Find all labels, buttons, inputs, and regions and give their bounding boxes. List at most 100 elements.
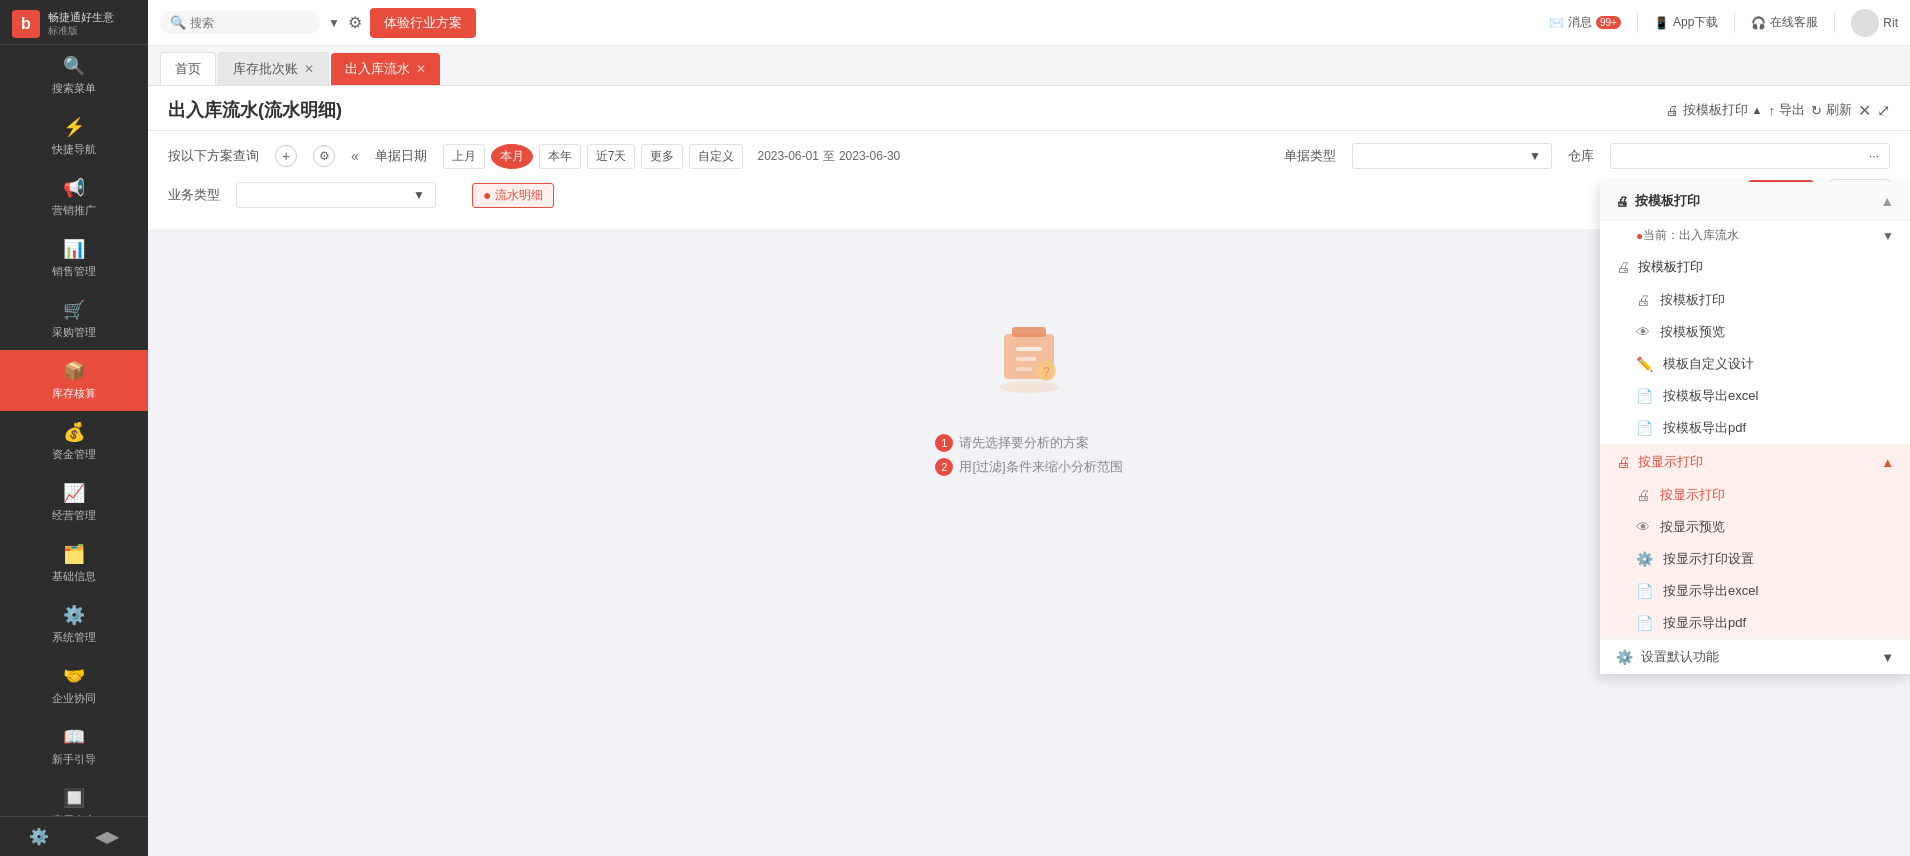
search-input[interactable] — [190, 16, 290, 30]
topbar-online-service[interactable]: 🎧 在线客服 — [1751, 14, 1818, 31]
warehouse-select[interactable]: ··· — [1610, 143, 1890, 169]
template-excel-icon: 📄 — [1636, 388, 1653, 404]
filter-collapse-btn[interactable]: « — [351, 148, 359, 164]
dropdown-display-excel-item[interactable]: 📄 按显示导出excel — [1600, 575, 1910, 607]
filter-add-btn[interactable]: + — [275, 145, 297, 167]
search-icon: 🔍 — [170, 15, 186, 30]
svg-rect-4 — [1016, 357, 1036, 361]
dropdown-section-template-header[interactable]: 🖨 按模板打印 — [1600, 250, 1910, 284]
page-close-btn[interactable]: ✕ — [1858, 101, 1871, 120]
sidebar-item-sales[interactable]: 📊 销售管理 — [0, 228, 148, 289]
sidebar-item-label: 新手引导 — [52, 752, 96, 767]
sidebar-settings-btn[interactable]: ⚙️ — [29, 827, 49, 846]
print-btn[interactable]: 🖨 按模板打印 ▲ — [1666, 101, 1763, 119]
sidebar-item-inventory[interactable]: 📦 库存核算 — [0, 350, 148, 411]
refresh-btn[interactable]: ↻ 刷新 — [1811, 101, 1852, 119]
sidebar-item-shortcut[interactable]: ⚡ 快捷导航 — [0, 106, 148, 167]
active-filter-tag[interactable]: ● 流水明细 — [472, 183, 554, 208]
sidebar-item-corp[interactable]: 🤝 企业协同 — [0, 655, 148, 716]
dropdown-template-preview-item[interactable]: 👁 按模板预览 — [1600, 316, 1910, 348]
dropdown-template-pdf-item[interactable]: 📄 按模板导出pdf — [1600, 412, 1910, 444]
app-center-icon: 🔲 — [63, 787, 85, 809]
print-chevron-up-icon: ▲ — [1752, 104, 1763, 116]
business-type-chevron-icon: ▼ — [413, 188, 425, 202]
sidebar-item-finance[interactable]: 💰 资金管理 — [0, 411, 148, 472]
dropdown-template-print-item[interactable]: 🖨 按模板打印 — [1600, 284, 1910, 316]
dropdown-display-pdf-item[interactable]: 📄 按显示导出pdf — [1600, 607, 1910, 639]
date-filter: 上月 本月 本年 近7天 更多 自定义 2023-06-01 至 2023-06… — [443, 144, 1268, 169]
tab-inout-flow-close[interactable]: ✕ — [416, 62, 426, 76]
dropdown-section-template-title: 🖨 按模板打印 — [1616, 258, 1703, 276]
date-btn-7days[interactable]: 近7天 — [587, 144, 636, 169]
sidebar-item-basic[interactable]: 🗂️ 基础信息 — [0, 533, 148, 594]
dropdown-display-settings-item[interactable]: ⚙️ 按显示打印设置 — [1600, 543, 1910, 575]
logo-icon: b — [12, 10, 40, 38]
topbar-app-download[interactable]: 📱 App下载 — [1654, 14, 1718, 31]
topbar-search-box[interactable]: 🔍 — [160, 11, 320, 34]
dropdown-panel: 🖨 按模板打印 ▲ ● 当前：出入库流水 ▼ 🖨 — [1600, 182, 1910, 674]
tab-inout-flow[interactable]: 出入库流水 ✕ — [331, 53, 440, 85]
date-btn-custom[interactable]: 自定义 — [689, 144, 743, 169]
tab-home-label: 首页 — [175, 60, 201, 78]
dropdown-display-chevron-up-icon: ▲ — [1881, 455, 1894, 470]
date-btn-currentyear[interactable]: 本年 — [539, 144, 581, 169]
sidebar-item-marketing[interactable]: 📢 营销推广 — [0, 167, 148, 228]
dropdown-template-excel-item[interactable]: 📄 按模板导出excel — [1600, 380, 1910, 412]
set-default-btn[interactable]: ⚙️ 设置默认功能 ▼ — [1600, 640, 1910, 674]
dropdown-display-preview-item[interactable]: 👁 按显示预览 — [1600, 511, 1910, 543]
topbar-dropdown-btn[interactable]: ▼ — [328, 16, 340, 30]
topbar-gear-btn[interactable]: ⚙ — [348, 13, 362, 32]
refresh-icon: ↻ — [1811, 103, 1822, 118]
dropdown-template-custom-item[interactable]: ✏️ 模板自定义设计 — [1600, 348, 1910, 380]
dropdown-display-print-icon: 🖨 — [1616, 454, 1630, 470]
topbar-user[interactable]: Rit — [1851, 9, 1898, 37]
sidebar-item-purchase[interactable]: 🛒 采购管理 — [0, 289, 148, 350]
tab-batch-account[interactable]: 库存批次账 ✕ — [218, 52, 329, 85]
message-icon: ✉️ — [1549, 16, 1564, 30]
set-default-icon: ⚙️ — [1616, 649, 1633, 665]
date-btn-more[interactable]: 更多 — [641, 144, 683, 169]
empty-tip2: 2 用[过滤]条件来缩小分析范围 — [935, 458, 1122, 476]
type-select[interactable]: ▼ — [1352, 143, 1552, 169]
date-btn-currentmonth[interactable]: 本月 — [491, 144, 533, 169]
warehouse-select-ellipsis: ··· — [1869, 149, 1879, 163]
display-pdf-icon: 📄 — [1636, 615, 1653, 631]
sidebar-item-app-center[interactable]: 🔲 应用中心 — [0, 777, 148, 816]
sidebar-item-system[interactable]: ⚙️ 系统管理 — [0, 594, 148, 655]
svg-rect-3 — [1016, 347, 1042, 351]
tab-inout-flow-label: 出入库流水 — [345, 60, 410, 78]
dropdown-section-display-header[interactable]: 🖨 按显示打印 ▲ — [1600, 445, 1910, 479]
sidebar-item-label: 营销推广 — [52, 203, 96, 218]
tip-text1: 请先选择要分析的方案 — [959, 434, 1089, 452]
tip-num2: 2 — [935, 458, 953, 476]
dropdown-panel-close-icon[interactable]: ▲ — [1880, 193, 1894, 209]
marketing-icon: 📢 — [63, 177, 85, 199]
header-right-btns: 🖨 按模板打印 ▲ ↑ 导出 ↻ 刷新 ✕ ⤢ — [1666, 101, 1890, 120]
sidebar-item-search[interactable]: 🔍 搜索菜单 — [0, 45, 148, 106]
sales-icon: 📊 — [63, 238, 85, 260]
page-expand-btn[interactable]: ⤢ — [1877, 101, 1890, 120]
tab-home[interactable]: 首页 — [160, 52, 216, 85]
topbar-messages[interactable]: ✉️ 消息 99+ — [1549, 14, 1621, 31]
date-btn-lastmonth[interactable]: 上月 — [443, 144, 485, 169]
date-range: 2023-06-01 至 2023-06-30 — [757, 148, 900, 165]
sidebar-item-guide[interactable]: 📖 新手引导 — [0, 716, 148, 777]
sidebar-collapse-btn[interactable]: ◀▶ — [95, 827, 119, 846]
business-type-select[interactable]: ▼ — [236, 182, 436, 208]
dropdown-display-print-item[interactable]: 🖨 按显示打印 — [1600, 479, 1910, 511]
template-preview-icon: 👁 — [1636, 324, 1650, 340]
type-select-chevron-icon: ▼ — [1529, 149, 1541, 163]
filter-set-btn[interactable]: ⚙ — [313, 145, 335, 167]
trial-btn[interactable]: 体验行业方案 — [370, 8, 476, 38]
sidebar-item-operation[interactable]: 📈 经营管理 — [0, 472, 148, 533]
svg-text:?: ? — [1043, 365, 1050, 379]
sidebar-item-label: 系统管理 — [52, 630, 96, 645]
topbar-right: ✉️ 消息 99+ 📱 App下载 🎧 在线客服 Rit — [1549, 9, 1898, 37]
tab-batch-account-close[interactable]: ✕ — [304, 62, 314, 76]
search-icon: 🔍 — [63, 55, 85, 77]
topbar: 🔍 ▼ ⚙ 体验行业方案 ✉️ 消息 99+ 📱 App下载 — [148, 0, 1910, 46]
dropdown-section-template: 🖨 按模板打印 🖨 按模板打印 👁 按模板预览 ✏️ — [1600, 250, 1910, 445]
export-btn[interactable]: ↑ 导出 — [1769, 101, 1806, 119]
tip-text2: 用[过滤]条件来缩小分析范围 — [959, 458, 1122, 476]
dropdown-panel-title: 🖨 按模板打印 — [1616, 192, 1700, 210]
